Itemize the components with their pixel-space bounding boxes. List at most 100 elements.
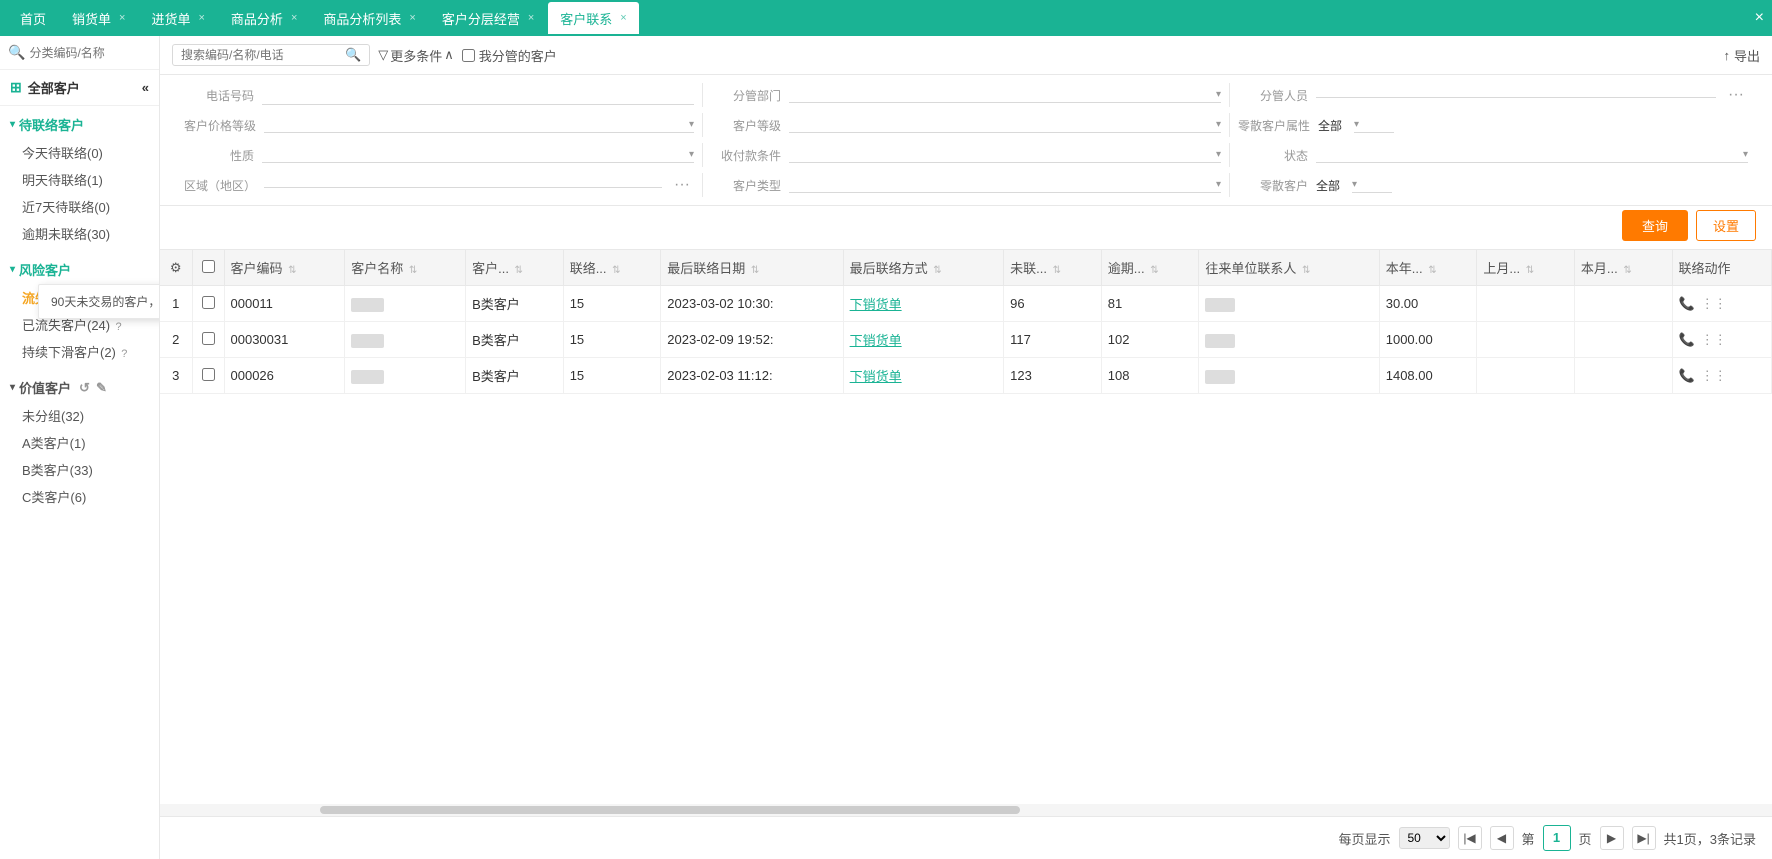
export-button[interactable]: ↑ 导出: [1723, 46, 1760, 65]
row-checkbox-2[interactable]: [202, 368, 215, 381]
tab-purchase-close[interactable]: ×: [198, 12, 204, 24]
tab-goods-analysis[interactable]: 商品分析 ×: [219, 2, 309, 34]
cell-last-type-0[interactable]: 下销货单: [843, 286, 1004, 322]
cell-checkbox-0[interactable]: [192, 286, 224, 322]
main-layout: 🔍 ⊞ 全部客户 « ▾ 待联络客户 今天待联络(0) 明天待联络(1) 近7天…: [0, 36, 1772, 859]
sidebar-item-ungrouped[interactable]: 未分组(32): [0, 402, 159, 429]
tab-home[interactable]: 首页: [8, 2, 58, 34]
last-contact-link-1[interactable]: 下销货单: [850, 333, 902, 348]
action-more-icon-0[interactable]: ⋮⋮: [1701, 296, 1727, 312]
tab-customer-contact-close[interactable]: ×: [620, 12, 626, 24]
tab-customer-contact[interactable]: 客户联系 ×: [548, 2, 638, 34]
th-this-year: 本年... ⇅: [1379, 250, 1477, 286]
action-phone-icon-0[interactable]: 📞: [1679, 296, 1695, 312]
last-contact-link-2[interactable]: 下销货单: [850, 369, 902, 384]
tab-customer-tier[interactable]: 客户分层经营 ×: [430, 2, 546, 34]
manager-more-icon[interactable]: ···: [1724, 87, 1748, 103]
query-button[interactable]: 查询: [1622, 210, 1688, 241]
page-label-pre: 第: [1522, 829, 1535, 848]
search-input[interactable]: [181, 48, 341, 62]
sidebar-all-customers[interactable]: ⊞ 全部客户 «: [0, 70, 159, 106]
manager-select[interactable]: [1316, 93, 1716, 98]
sidebar-item-7days[interactable]: 近7天待联络(0): [0, 193, 159, 220]
cell-action-1: 📞 ⋮⋮: [1672, 322, 1771, 358]
select-all-checkbox[interactable]: [202, 260, 215, 273]
tab-sales-close[interactable]: ×: [119, 12, 125, 24]
pagination: 每页显示 50 100 200 |◀ ◀ 第 1 页 ▶ ▶| 共1页，3条记录: [160, 816, 1772, 859]
cell-last-type-1[interactable]: 下销货单: [843, 322, 1004, 358]
search-button[interactable]: 🔍: [345, 47, 361, 63]
cell-uncontacted-1: 117: [1004, 322, 1102, 358]
table-header-row: ⚙ 客户编码 ⇅ 客户名称 ⇅ 客户... ⇅ 联络... ⇅ 最后联络日期 ⇅…: [160, 250, 1772, 286]
region-select[interactable]: [264, 183, 662, 188]
tab-sales[interactable]: 销货单 ×: [60, 2, 137, 34]
last-page-button[interactable]: ▶|: [1632, 826, 1656, 850]
sidebar-section-pending-header[interactable]: ▾ 待联络客户: [0, 110, 159, 139]
action-phone-icon-2[interactable]: 📞: [1679, 368, 1695, 384]
sidebar-item-class-a[interactable]: A类客户(1): [0, 429, 159, 456]
sidebar-section-value-header[interactable]: ▾ 价值客户 ↺ ✎: [0, 373, 159, 402]
sidebar-section-risk-header[interactable]: ▾ 风险客户: [0, 255, 159, 284]
next-page-button[interactable]: ▶: [1600, 826, 1624, 850]
sidebar-collapse-icon[interactable]: «: [142, 80, 149, 95]
cell-last-type-2[interactable]: 下销货单: [843, 358, 1004, 394]
status-select[interactable]: ▾: [1316, 147, 1748, 163]
sidebar-search-icon: 🔍: [8, 44, 25, 61]
adv-filter-row-1: 电话号码 分管部门 ▾ 分管人员: [176, 83, 1756, 107]
my-customers-checkbox-wrap[interactable]: 我分管的客户: [462, 46, 557, 65]
cell-this-year-2: 1408.00: [1379, 358, 1477, 394]
per-page-select[interactable]: 50 100 200: [1399, 827, 1450, 849]
prev-page-button[interactable]: ◀: [1490, 826, 1514, 850]
th-settings[interactable]: ⚙: [160, 250, 192, 286]
filter-manager: 分管人员 ···: [1230, 87, 1756, 104]
tab-purchase[interactable]: 进货单 ×: [139, 2, 216, 34]
row-checkbox-0[interactable]: [202, 296, 215, 309]
value-edit-icon[interactable]: ✎: [96, 380, 107, 396]
sidebar-search-input[interactable]: [29, 46, 160, 60]
region-more-icon[interactable]: ···: [670, 177, 694, 193]
filter-retail: 零散客户 全部 ▾: [1230, 177, 1756, 194]
more-conditions-button[interactable]: ▽ 更多条件 ∧: [378, 46, 454, 65]
cell-name-2: [345, 358, 466, 394]
sidebar-item-tomorrow[interactable]: 明天待联络(1): [0, 166, 159, 193]
tab-goods-analysis-close[interactable]: ×: [291, 12, 297, 24]
grid-icon: ⊞: [10, 79, 22, 96]
cell-code-1: 00030031: [224, 322, 345, 358]
sidebar-item-today[interactable]: 今天待联络(0): [0, 139, 159, 166]
customer-level-select[interactable]: ▾: [789, 117, 1221, 133]
horizontal-scrollbar[interactable]: [160, 804, 1772, 816]
cell-type-1: B类客户: [466, 322, 564, 358]
retail-select[interactable]: ▾: [1352, 177, 1392, 193]
action-more-icon-1[interactable]: ⋮⋮: [1701, 332, 1727, 348]
close-all-button[interactable]: ×: [1755, 9, 1764, 27]
customer-type-select[interactable]: ▾: [789, 177, 1221, 193]
cell-checkbox-1[interactable]: [192, 322, 224, 358]
payment-select[interactable]: ▾: [789, 147, 1221, 163]
first-page-button[interactable]: |◀: [1458, 826, 1482, 850]
sidebar-item-overdue[interactable]: 逾期未联络(30): [0, 220, 159, 247]
tab-customer-tier-close[interactable]: ×: [528, 12, 534, 24]
tab-goods-analysis-list-close[interactable]: ×: [409, 12, 415, 24]
gender-select[interactable]: ▾: [262, 147, 694, 163]
advanced-filter-panel: 电话号码 分管部门 ▾ 分管人员: [160, 75, 1772, 206]
action-more-icon-2[interactable]: ⋮⋮: [1701, 368, 1727, 384]
my-customers-checkbox[interactable]: [462, 49, 475, 62]
sort-icon-contact-person: ⇅: [1302, 265, 1310, 276]
action-phone-icon-1[interactable]: 📞: [1679, 332, 1695, 348]
dept-select[interactable]: ▾: [789, 87, 1221, 103]
sidebar-item-class-c[interactable]: C类客户(6): [0, 483, 159, 510]
value-refresh-icon[interactable]: ↺: [79, 380, 90, 396]
cell-checkbox-2[interactable]: [192, 358, 224, 394]
scroll-thumb[interactable]: [320, 806, 1020, 814]
setting-button[interactable]: 设置: [1696, 210, 1756, 241]
phone-label: 电话号码: [184, 87, 254, 104]
customer-price-select[interactable]: ▾: [264, 117, 694, 133]
last-contact-link-0[interactable]: 下销货单: [850, 297, 902, 312]
sidebar-item-declining[interactable]: 持续下滑客户(2) ?: [0, 338, 159, 365]
phone-input[interactable]: [262, 86, 694, 105]
ar-attr-select[interactable]: ▾: [1354, 117, 1394, 133]
tab-goods-analysis-list[interactable]: 商品分析列表 ×: [311, 2, 427, 34]
sidebar-item-class-b[interactable]: B类客户(33): [0, 456, 159, 483]
payment-label: 收付款条件: [711, 147, 781, 164]
row-checkbox-1[interactable]: [202, 332, 215, 345]
